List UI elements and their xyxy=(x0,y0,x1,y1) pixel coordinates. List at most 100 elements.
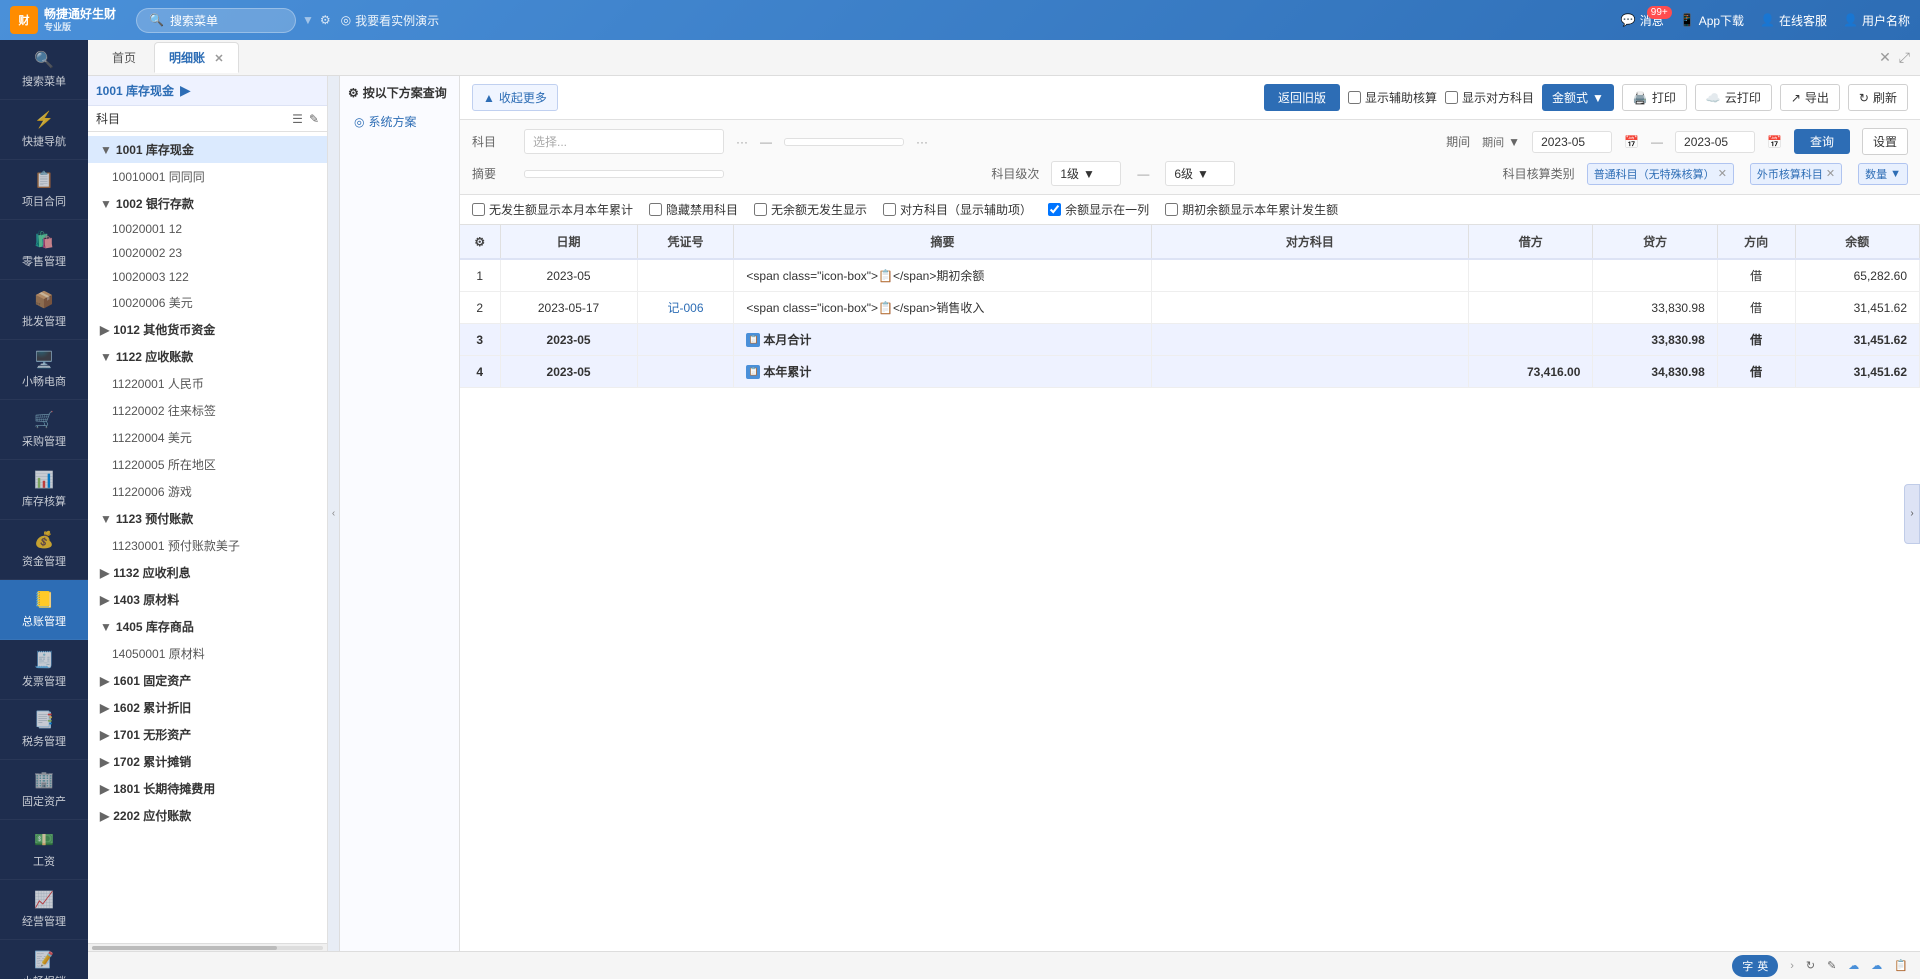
tree-item-1012[interactable]: ▶1012 其他货币资金 xyxy=(88,316,327,343)
current-account-arrow[interactable]: ▶ xyxy=(180,82,191,99)
demo-link[interactable]: ◎ 我要看实例演示 xyxy=(341,12,440,29)
lang-button[interactable]: 字 英 xyxy=(1732,955,1778,977)
sidebar-item-general[interactable]: 📒 总账管理 xyxy=(0,580,88,640)
currency-format-button[interactable]: 金额式 ▼ xyxy=(1542,84,1614,111)
th-gear[interactable]: ⚙ xyxy=(460,225,500,259)
tree-item-2202[interactable]: ▶2202 应付账款 xyxy=(88,802,327,829)
tag-foreign: 外币核算科目 ✕ xyxy=(1750,163,1842,185)
online-service-button[interactable]: 👤 在线客服 xyxy=(1760,12,1827,29)
subject-input[interactable]: 选择... xyxy=(524,129,724,154)
tree-item-10020006[interactable]: 10020006 美元 xyxy=(88,289,327,316)
level-to-select[interactable]: 6级 ▼ xyxy=(1165,161,1235,186)
return-old-version-button[interactable]: 返回旧版 xyxy=(1264,84,1340,111)
show-opposite-checkbox[interactable]: 显示对方科目 xyxy=(1445,89,1534,106)
tree-item-1601[interactable]: ▶1601 固定资产 xyxy=(88,667,327,694)
subject-input-to[interactable] xyxy=(784,138,904,146)
tree-item-11220001[interactable]: 11220001 人民币 xyxy=(88,370,327,397)
tree-item-1701[interactable]: ▶1701 无形资产 xyxy=(88,721,327,748)
tree-item-1702[interactable]: ▶1702 累计摊销 xyxy=(88,748,327,775)
sidebar-item-assets[interactable]: 🏢 固定资产 xyxy=(0,760,88,820)
tree-item-11220005[interactable]: 11220005 所在地区 xyxy=(88,451,327,478)
query-button[interactable]: 查询 xyxy=(1794,129,1850,154)
collapse-more-button[interactable]: ▲ 收起更多 xyxy=(472,84,558,111)
summary-label: 摘要 xyxy=(472,165,512,182)
opposite-checkbox[interactable]: 对方科目（显示辅助项） xyxy=(883,201,1032,218)
cloud-print-button[interactable]: ☁️ 云打印 xyxy=(1695,84,1772,111)
tree-item-1002[interactable]: ▼1002 银行存款 xyxy=(88,190,327,217)
sidebar-item-project[interactable]: 📋 项目合同 xyxy=(0,160,88,220)
level-from-select[interactable]: 1级 ▼ xyxy=(1051,161,1121,186)
tree-item-11220002[interactable]: 11220002 往来标签 xyxy=(88,397,327,424)
status-edit-icon[interactable]: ✎ xyxy=(1827,959,1836,972)
hide-disabled-checkbox[interactable]: 隐藏禁用科目 xyxy=(649,201,738,218)
sidebar-item-inventory[interactable]: 📊 库存核算 xyxy=(0,460,88,520)
no-balance-show-checkbox[interactable]: 无余额无发生显示 xyxy=(754,201,867,218)
sidebar-item-invoice[interactable]: 🧾 发票管理 xyxy=(0,640,88,700)
sidebar-item-search[interactable]: 🔍 搜索菜单 xyxy=(0,40,88,100)
accounts-list-icon[interactable]: ☰ xyxy=(292,112,303,126)
show-aux-checkbox[interactable]: 显示辅助核算 xyxy=(1348,89,1437,106)
tree-item-1602[interactable]: ▶1602 累计折旧 xyxy=(88,694,327,721)
print-button[interactable]: 🖨️ 打印 xyxy=(1622,84,1687,111)
period-calendar-icon[interactable]: 📅 xyxy=(1624,135,1639,149)
sidebar-item-operations[interactable]: 📈 经营管理 xyxy=(0,880,88,940)
accounts-label: 科目 xyxy=(96,110,120,127)
tag-quantity-dropdown[interactable]: ▼ xyxy=(1890,168,1901,180)
sidebar-item-purchase[interactable]: 🛒 采购管理 xyxy=(0,400,88,460)
tree-item-1405[interactable]: ▼1405 库存商品 xyxy=(88,613,327,640)
status-cloud-icon[interactable]: ☁ xyxy=(1848,959,1859,972)
period-from-input[interactable]: 2023-05 xyxy=(1532,131,1612,153)
tree-item-1801[interactable]: ▶1801 长期待摊费用 xyxy=(88,775,327,802)
summary-input[interactable] xyxy=(524,170,724,178)
tree-item-11220004[interactable]: 11220004 美元 xyxy=(88,424,327,451)
tree-item-11220006[interactable]: 11220006 游戏 xyxy=(88,478,327,505)
status-cloud2-icon[interactable]: ☁ xyxy=(1871,959,1882,972)
tree-item-1001[interactable]: ▼1001 库存现金 xyxy=(88,136,327,163)
tree-item-1123[interactable]: ▼1123 预付账款 xyxy=(88,505,327,532)
tree-item-10020001[interactable]: 10020001 12 xyxy=(88,217,327,241)
tree-item-10020002[interactable]: 10020002 23 xyxy=(88,241,327,265)
tree-item-1132[interactable]: ▶1132 应收利息 xyxy=(88,559,327,586)
status-clipboard-icon[interactable]: 📋 xyxy=(1894,959,1908,972)
filter-row-subject: 科目 选择... ··· — ··· 期间 期间 xyxy=(472,128,1908,155)
tag-foreign-close[interactable]: ✕ xyxy=(1826,167,1835,180)
tab-close-button[interactable]: ✕ xyxy=(214,53,223,65)
balance-col-checkbox[interactable]: 余额显示在一列 xyxy=(1048,201,1149,218)
sidebar-item-capital[interactable]: 💰 资金管理 xyxy=(0,520,88,580)
sidebar-item-ecommerce[interactable]: 🖥️ 小畅电商 xyxy=(0,340,88,400)
opening-balance-checkbox[interactable]: 期初余额显示本年累计发生额 xyxy=(1165,201,1338,218)
tag-normal-close[interactable]: ✕ xyxy=(1718,167,1727,180)
status-refresh-icon[interactable]: ↻ xyxy=(1806,959,1815,972)
settings-button[interactable]: 设置 xyxy=(1862,128,1908,155)
message-button[interactable]: 💬 消息 99+ xyxy=(1621,12,1664,29)
top-search[interactable]: 🔍 搜索菜单 xyxy=(136,8,296,33)
sidebar-item-tax[interactable]: 📑 税务管理 xyxy=(0,700,88,760)
sidebar-item-wholesale[interactable]: 📦 批发管理 xyxy=(0,280,88,340)
window-expand-button[interactable]: ⤢ xyxy=(1899,49,1910,66)
app-download-button[interactable]: 📱 App下载 xyxy=(1680,12,1744,29)
accounts-edit-icon[interactable]: ✎ xyxy=(309,112,319,126)
sidebar-item-quick-nav[interactable]: ⚡ 快捷导航 xyxy=(0,100,88,160)
period-calendar2-icon[interactable]: 📅 xyxy=(1767,135,1782,149)
collapse-left-panel[interactable]: ‹ xyxy=(328,76,340,951)
sidebar-item-retail[interactable]: 🛍️ 零售管理 xyxy=(0,220,88,280)
tree-item-10010001[interactable]: 10010001 同同同 xyxy=(88,163,327,190)
window-close-button[interactable]: ✕ xyxy=(1879,49,1891,66)
tab-home[interactable]: 首页 xyxy=(98,43,150,72)
tab-detail[interactable]: 明细账 ✕ xyxy=(154,42,239,73)
tree-item-11230001[interactable]: 11230001 预付账款美子 xyxy=(88,532,327,559)
side-collapse-tab[interactable]: › xyxy=(1904,484,1920,544)
tree-item-14050001[interactable]: 14050001 原材料 xyxy=(88,640,327,667)
sidebar-item-salary[interactable]: 💵 工资 xyxy=(0,820,88,880)
user-avatar[interactable]: 👤 用户名称 xyxy=(1843,12,1910,29)
tree-item-10020003[interactable]: 10020003 122 xyxy=(88,265,327,289)
system-scheme-item[interactable]: ◎ 系统方案 xyxy=(348,109,451,134)
period-to-input[interactable]: 2023-05 xyxy=(1675,131,1755,153)
tree-item-1122[interactable]: ▼1122 应收账款 xyxy=(88,343,327,370)
refresh-button[interactable]: ↻ 刷新 xyxy=(1848,84,1908,111)
no-balance-checkbox[interactable]: 无发生额显示本月本年累计 xyxy=(472,201,633,218)
tree-item-1403[interactable]: ▶1403 原材料 xyxy=(88,586,327,613)
export-button[interactable]: ↗ 导出 xyxy=(1780,84,1840,111)
settings-icon[interactable]: ⚙ xyxy=(320,13,331,27)
sidebar-item-reports[interactable]: 📝 小畅报销 xyxy=(0,940,88,979)
